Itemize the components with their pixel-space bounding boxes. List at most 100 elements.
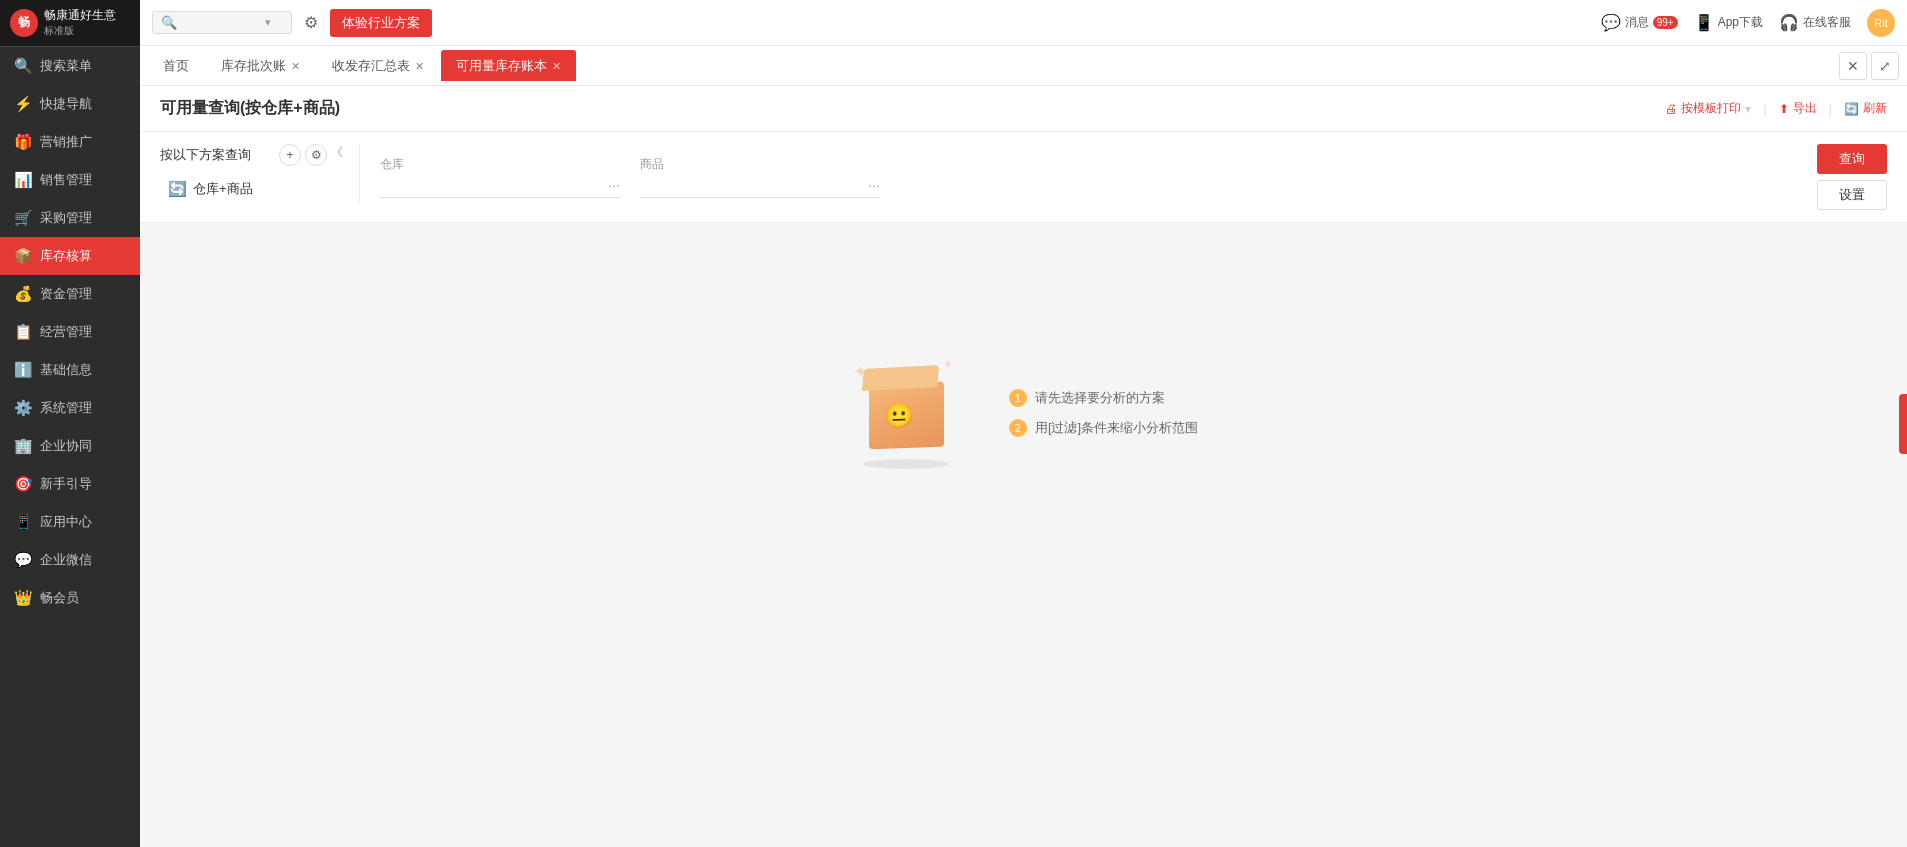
headset-icon: 🎧 — [1779, 13, 1799, 32]
sidebar-item-purchase[interactable]: 🛒 采购管理 — [0, 199, 140, 237]
filter-scheme-item[interactable]: 🔄 仓库+商品 — [160, 174, 343, 204]
sidebar-item-app-center[interactable]: 📱 应用中心 — [0, 503, 140, 541]
message-icon: 💬 — [1601, 13, 1621, 32]
search-icon: 🔍 — [161, 15, 177, 30]
sidebar-item-system[interactable]: ⚙️ 系统管理 — [0, 389, 140, 427]
filter-fields: 仓库 ··· 商品 ··· 查询 设置 — [360, 144, 1887, 210]
main-area: 🔍 ▾ ⚙ 体验行业方案 💬 消息 99+ 📱 App下载 🎧 在线客服 Rit — [140, 0, 1907, 847]
product-filter-field: 商品 ··· — [640, 156, 880, 198]
sidebar-header: 畅 畅康通好生意 标准版 — [0, 0, 140, 47]
sidebar-item-operations[interactable]: 📋 经营管理 — [0, 313, 140, 351]
app-center-icon: 📱 — [14, 513, 32, 531]
quick-nav-icon: ⚡ — [14, 95, 32, 113]
print-dropdown-icon[interactable]: ▾ — [1745, 102, 1751, 116]
user-avatar[interactable]: Rit — [1867, 9, 1895, 37]
phone-icon: 📱 — [1694, 13, 1714, 32]
operations-icon: 📋 — [14, 323, 32, 341]
tip-number-2: 2 — [1009, 419, 1027, 437]
scheme-icon: 🔄 — [168, 180, 187, 198]
close-tab-button[interactable]: ✕ — [1839, 52, 1867, 80]
sidebar-logo: 畅 — [10, 9, 38, 37]
filter-sidebar-actions: + ⚙ 《 — [279, 144, 343, 166]
filter-action-buttons: 查询 设置 — [1797, 144, 1887, 210]
finance-icon: 💰 — [14, 285, 32, 303]
search-input[interactable] — [181, 16, 261, 30]
export-action[interactable]: ⬆ 导出 — [1779, 100, 1817, 117]
right-edge-bar — [1899, 394, 1907, 454]
marketing-icon: 🎁 — [14, 133, 32, 151]
system-icon: ⚙️ — [14, 399, 32, 417]
enterprise-icon: 🏢 — [14, 437, 32, 455]
warehouse-filter-field: 仓库 ··· — [380, 156, 620, 198]
newbie-icon: 🎯 — [14, 475, 32, 493]
sidebar-item-search-menu[interactable]: 🔍 搜索菜单 — [0, 47, 140, 85]
header-actions: 🖨 按模板打印 ▾ | ⬆ 导出 | 🔄 刷新 — [1665, 100, 1887, 117]
purchase-icon: 🛒 — [14, 209, 32, 227]
member-icon: 👑 — [14, 589, 32, 607]
export-icon: ⬆ — [1779, 102, 1789, 116]
refresh-icon: 🔄 — [1844, 102, 1859, 116]
wechat-icon: 💬 — [14, 551, 32, 569]
sidebar-item-basic-info[interactable]: ℹ️ 基础信息 — [0, 351, 140, 389]
tab-close-batch-account[interactable]: ✕ — [291, 60, 300, 73]
warehouse-input-wrapper: ··· — [380, 177, 620, 198]
empty-state: 😐 ✦ ✦ 1 请先选择要分析的方案 2 用 — [140, 223, 1907, 603]
sidebar-item-finance[interactable]: 💰 资金管理 — [0, 275, 140, 313]
print-template-action[interactable]: 🖨 按模板打印 ▾ — [1665, 100, 1751, 117]
message-action[interactable]: 💬 消息 99+ — [1601, 13, 1678, 32]
sidebar: 畅 畅康通好生意 标准版 🔍 搜索菜单 ⚡ 快捷导航 🎁 营销推广 📊 销售管理… — [0, 0, 140, 847]
message-badge: 99+ — [1653, 16, 1678, 29]
query-button[interactable]: 查询 — [1817, 144, 1887, 174]
settings-icon[interactable]: ⚙ — [300, 9, 322, 36]
warehouse-field-label: 仓库 — [380, 156, 620, 173]
warehouse-more-icon[interactable]: ··· — [608, 177, 620, 193]
warehouse-input[interactable] — [380, 178, 600, 193]
inventory-icon: 📦 — [14, 247, 32, 265]
collapse-panel-icon[interactable]: 《 — [331, 144, 343, 166]
online-service-action[interactable]: 🎧 在线客服 — [1779, 13, 1851, 32]
product-more-icon[interactable]: ··· — [868, 177, 880, 193]
sidebar-item-quick-nav[interactable]: ⚡ 快捷导航 — [0, 85, 140, 123]
tab-close-available-ledger[interactable]: ✕ — [552, 60, 561, 73]
sidebar-item-marketing[interactable]: 🎁 营销推广 — [0, 123, 140, 161]
tab-receive-summary[interactable]: 收发存汇总表 ✕ — [317, 50, 439, 81]
sales-icon: 📊 — [14, 171, 32, 189]
empty-tips: 1 请先选择要分析的方案 2 用[过滤]条件来缩小分析范围 — [1009, 389, 1198, 437]
page-title: 可用量查询(按仓库+商品) — [160, 98, 340, 119]
sidebar-nav: 🔍 搜索菜单 ⚡ 快捷导航 🎁 营销推广 📊 销售管理 🛒 采购管理 📦 库存核… — [0, 47, 140, 847]
tab-home[interactable]: 首页 — [148, 50, 204, 81]
filter-sidebar: 按以下方案查询 + ⚙ 《 🔄 仓库+商品 — [160, 144, 360, 204]
sidebar-item-wechat[interactable]: 💬 企业微信 — [0, 541, 140, 579]
filter-sidebar-title: 按以下方案查询 — [160, 146, 251, 164]
sidebar-item-newbie[interactable]: 🎯 新手引导 — [0, 465, 140, 503]
add-scheme-button[interactable]: + — [279, 144, 301, 166]
filter-sidebar-header: 按以下方案查询 + ⚙ 《 — [160, 144, 343, 166]
app-download-action[interactable]: 📱 App下载 — [1694, 13, 1763, 32]
content-header: 可用量查询(按仓库+商品) 🖨 按模板打印 ▾ | ⬆ 导出 | 🔄 刷新 — [140, 86, 1907, 132]
sidebar-brand-title: 畅康通好生意 — [44, 8, 116, 24]
search-menu-icon: 🔍 — [14, 57, 32, 75]
refresh-action[interactable]: 🔄 刷新 — [1844, 100, 1887, 117]
sidebar-item-enterprise[interactable]: 🏢 企业协同 — [0, 427, 140, 465]
product-input[interactable] — [640, 178, 860, 193]
sidebar-brand-subtitle: 标准版 — [44, 24, 116, 38]
sidebar-item-member[interactable]: 👑 畅会员 — [0, 579, 140, 617]
tab-close-receive-summary[interactable]: ✕ — [415, 60, 424, 73]
sidebar-item-inventory[interactable]: 📦 库存核算 — [0, 237, 140, 275]
product-field-label: 商品 — [640, 156, 880, 173]
sidebar-item-sales[interactable]: 📊 销售管理 — [0, 161, 140, 199]
tip-number-1: 1 — [1009, 389, 1027, 407]
industry-solution-button[interactable]: 体验行业方案 — [330, 9, 432, 37]
tab-available-ledger[interactable]: 可用量库存账本 ✕ — [441, 50, 576, 81]
expand-tab-button[interactable]: ⤢ — [1871, 52, 1899, 80]
chevron-down-icon[interactable]: ▾ — [265, 16, 271, 29]
basic-info-icon: ℹ️ — [14, 361, 32, 379]
empty-tip-1: 1 请先选择要分析的方案 — [1009, 389, 1198, 407]
filter-settings-button[interactable]: 设置 — [1817, 180, 1887, 210]
topbar-search-box[interactable]: 🔍 ▾ — [152, 11, 292, 34]
tab-batch-account[interactable]: 库存批次账 ✕ — [206, 50, 315, 81]
manage-scheme-button[interactable]: ⚙ — [305, 144, 327, 166]
topbar-actions: 💬 消息 99+ 📱 App下载 🎧 在线客服 Rit — [1601, 9, 1895, 37]
topbar: 🔍 ▾ ⚙ 体验行业方案 💬 消息 99+ 📱 App下载 🎧 在线客服 Rit — [140, 0, 1907, 46]
empty-illustration: 😐 ✦ ✦ — [849, 353, 969, 473]
